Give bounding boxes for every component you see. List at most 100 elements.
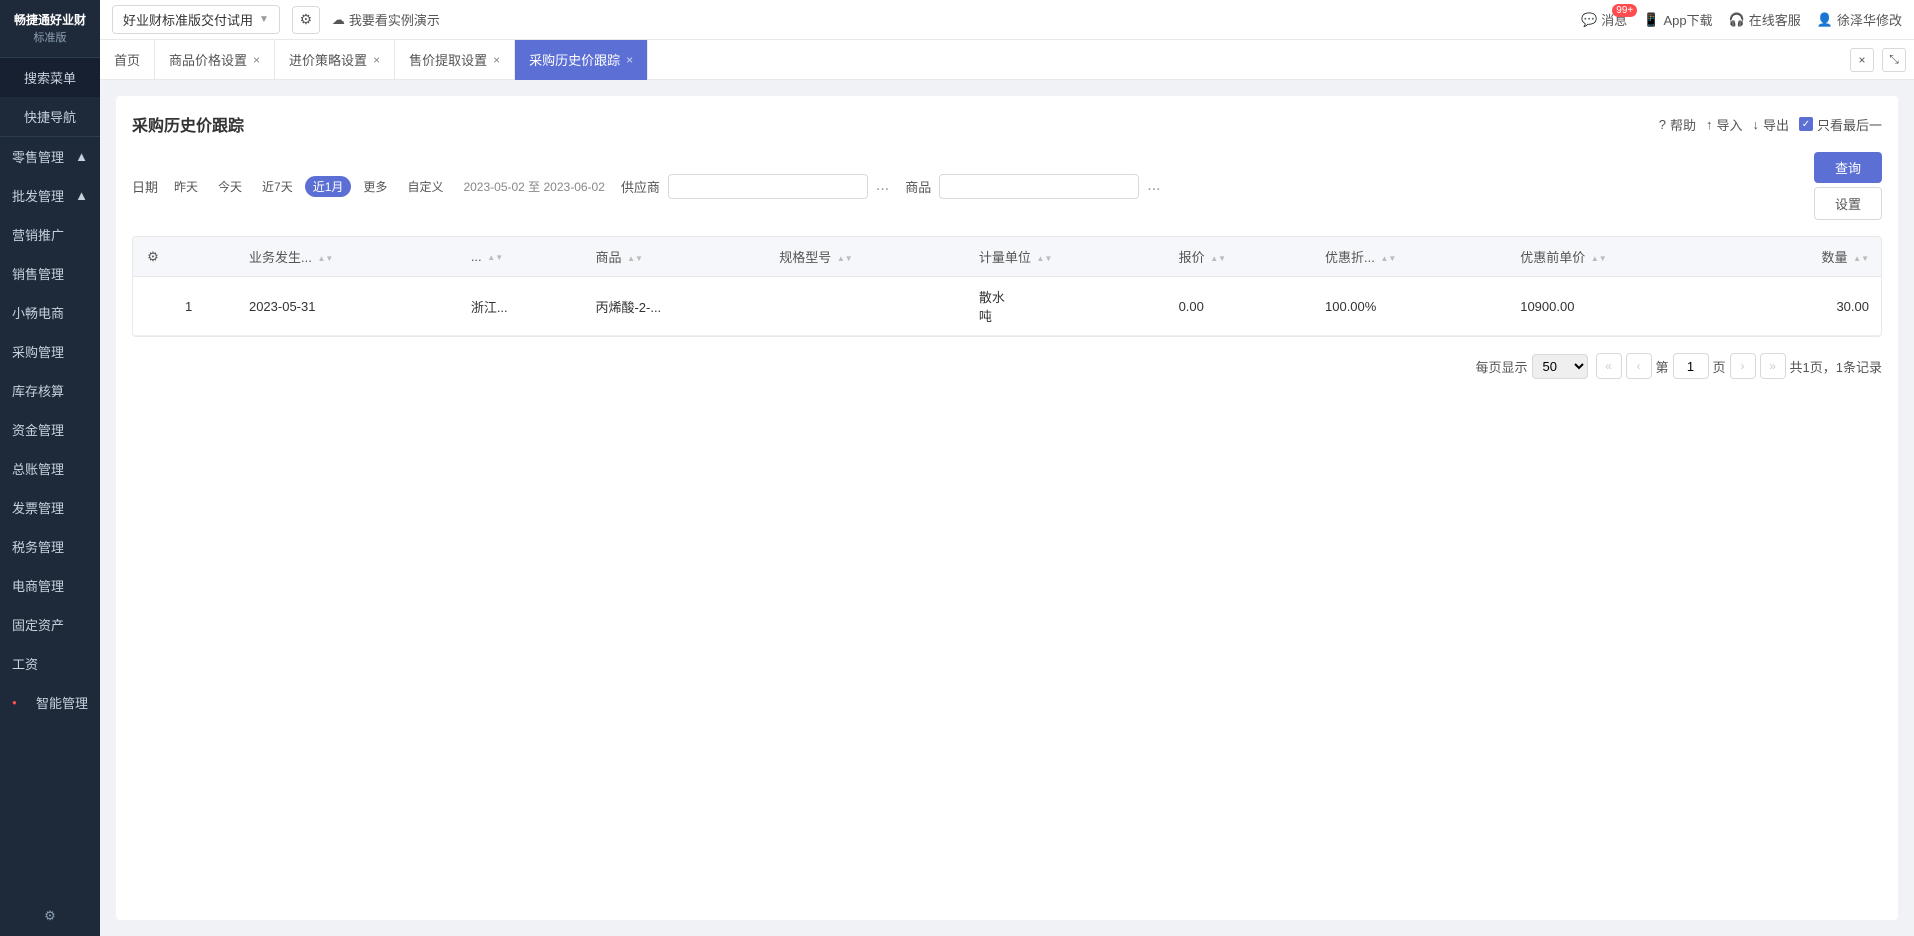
tab-sale-extract[interactable]: 售价提取设置 ×	[395, 40, 515, 80]
supplier-dots[interactable]: ...	[876, 177, 889, 195]
user-info[interactable]: 👤 徐泽华修改	[1817, 10, 1902, 29]
sort-icon-pre-discount: ▲▼	[1591, 254, 1607, 263]
tab-close-button[interactable]: ×	[1850, 48, 1874, 72]
date-btn-today[interactable]: 今天	[210, 176, 250, 197]
user-name: 徐泽华修改	[1837, 10, 1902, 29]
row-quoted-price: 0.00	[1167, 277, 1313, 336]
online-service-label: 在线客服	[1749, 10, 1801, 29]
last-page-button[interactable]: »	[1760, 353, 1786, 379]
export-link[interactable]: ↓ 导出	[1752, 115, 1789, 134]
col-unit[interactable]: 计量单位 ▲▼	[967, 237, 1167, 277]
sidebar-item-retail[interactable]: 零售管理 ▲	[0, 137, 100, 176]
user-avatar-icon: 👤	[1817, 12, 1833, 28]
col-discount[interactable]: 优惠折... ▲▼	[1313, 237, 1508, 277]
product-selector[interactable]: 好业财标准版交付试用 ▼	[112, 5, 280, 34]
export-label: 导出	[1763, 115, 1789, 134]
message-button[interactable]: 💬 消息 99+	[1581, 10, 1627, 29]
demo-link[interactable]: ☁ 我要看实例演示	[332, 10, 440, 29]
next-page-button[interactable]: ›	[1730, 353, 1756, 379]
tab-purchase-strategy[interactable]: 进价策略设置 ×	[275, 40, 395, 80]
salary-label: 工资	[12, 654, 38, 673]
wholesale-label: 批发管理	[12, 186, 64, 205]
table-row: 1 2023-05-31 浙江... 丙烯酸-2-... 散水 吨 0.00	[133, 277, 1881, 336]
row-unit: 散水 吨	[967, 277, 1167, 336]
date-btn-custom[interactable]: 自定义	[399, 176, 451, 197]
sidebar-item-smart[interactable]: ● 智能管理	[0, 683, 100, 722]
help-link[interactable]: ? 帮助	[1659, 115, 1696, 134]
sort-icon-goods: ▲▼	[627, 254, 643, 263]
sidebar-item-marketing[interactable]: 营销推广	[0, 215, 100, 254]
tab-sale-extract-close-icon[interactable]: ×	[493, 53, 500, 67]
col-pre-discount[interactable]: 优惠前单价 ▲▼	[1508, 237, 1734, 277]
sidebar-item-invoice[interactable]: 发票管理	[0, 488, 100, 527]
tab-history-price-close-icon[interactable]: ×	[626, 53, 633, 67]
sidebar-item-tax[interactable]: 税务管理	[0, 527, 100, 566]
tab-price-close-icon[interactable]: ×	[253, 53, 260, 67]
per-page-dropdown[interactable]: 20 50 100	[1532, 354, 1588, 379]
sidebar-search[interactable]: 搜索菜单	[0, 58, 100, 97]
sidebar-item-accounting[interactable]: 总账管理	[0, 449, 100, 488]
tabs-actions: × ⤡	[1850, 48, 1914, 72]
col-goods[interactable]: 商品 ▲▼	[583, 237, 767, 277]
page-number-input[interactable]	[1673, 353, 1709, 379]
sidebar-item-ecommerce-small[interactable]: 小畅电商	[0, 293, 100, 332]
tab-history-price[interactable]: 采购历史价跟踪 ×	[515, 40, 648, 80]
supplier-input[interactable]	[668, 174, 868, 199]
date-btn-more[interactable]: 更多	[355, 176, 395, 197]
sidebar-item-inventory[interactable]: 库存核算	[0, 371, 100, 410]
goods-input[interactable]	[939, 174, 1139, 199]
sidebar-settings[interactable]: ⚙	[0, 896, 100, 936]
per-page-label: 每页显示	[1475, 357, 1527, 376]
row-quantity: 30.00	[1735, 277, 1881, 336]
col-settings[interactable]: ⚙	[133, 237, 173, 277]
sidebar-item-assets[interactable]: 固定资产	[0, 605, 100, 644]
tab-expand-button[interactable]: ⤡	[1882, 48, 1906, 72]
row-biz-date: 2023-05-31	[237, 277, 459, 336]
row-goods: 丙烯酸-2-...	[583, 277, 767, 336]
sidebar-item-sales[interactable]: 销售管理	[0, 254, 100, 293]
sidebar-item-finance[interactable]: 资金管理	[0, 410, 100, 449]
content-area: 采购历史价跟踪 ? 帮助 ↑ 导入 ↓ 导出	[100, 80, 1914, 936]
query-button[interactable]: 查询	[1814, 152, 1882, 183]
sidebar-item-ecommerce[interactable]: 电商管理	[0, 566, 100, 605]
sidebar-quick-nav[interactable]: 快捷导航	[0, 97, 100, 137]
prev-page-button[interactable]: ‹	[1626, 353, 1652, 379]
col-biz-date[interactable]: 业务发生... ▲▼	[237, 237, 459, 277]
topbar-gear-button[interactable]: ⚙	[292, 6, 320, 34]
topbar-icons: 💬 消息 99+ 📱 App下载 🎧 在线客服 👤 徐泽华修改	[1581, 10, 1902, 29]
date-range-display: 2023-05-02 至 2023-06-02	[463, 178, 604, 195]
date-btn-last1month[interactable]: 近1月	[305, 176, 352, 197]
sidebar-item-wholesale[interactable]: 批发管理 ▲	[0, 176, 100, 215]
goods-label: 商品	[905, 177, 931, 196]
supplier-label: 供应商	[621, 177, 660, 196]
page-card: 采购历史价跟踪 ? 帮助 ↑ 导入 ↓ 导出	[116, 96, 1898, 920]
online-service-button[interactable]: 🎧 在线客服	[1729, 10, 1801, 29]
col-spec[interactable]: 规格型号 ▲▼	[767, 237, 967, 277]
sidebar-item-salary[interactable]: 工资	[0, 644, 100, 683]
row-price-unit: 吨	[979, 309, 992, 324]
settings-button[interactable]: 设置	[1814, 187, 1882, 220]
col-price[interactable]: 报价 ▲▼	[1167, 237, 1313, 277]
import-link[interactable]: ↑ 导入	[1706, 115, 1743, 134]
only-last-checkbox[interactable]: 只看最后一	[1799, 115, 1882, 134]
tab-home-label: 首页	[114, 50, 140, 69]
date-btn-last7[interactable]: 近7天	[254, 176, 301, 197]
supplier-filter-group: 供应商 ...	[621, 174, 889, 199]
sort-icon-extra: ▲▼	[487, 253, 503, 262]
sidebar-item-purchase[interactable]: 采购管理	[0, 332, 100, 371]
app-download-button[interactable]: 📱 App下载	[1643, 10, 1712, 29]
col-quantity[interactable]: 数量 ▲▼	[1735, 237, 1881, 277]
goods-dots[interactable]: ...	[1147, 177, 1160, 195]
page-header: 采购历史价跟踪 ? 帮助 ↑ 导入 ↓ 导出	[132, 112, 1882, 136]
tab-home[interactable]: 首页	[100, 40, 155, 80]
pagination: 每页显示 20 50 100 « ‹ 第 页 › » 共1页，1条记录	[132, 353, 1882, 379]
first-page-button[interactable]: «	[1596, 353, 1622, 379]
tab-sale-extract-label: 售价提取设置	[409, 50, 487, 69]
sort-icon: ▲▼	[317, 254, 333, 263]
product-selector-label: 好业财标准版交付试用	[123, 10, 253, 29]
date-btn-yesterday[interactable]: 昨天	[166, 176, 206, 197]
tab-price[interactable]: 商品价格设置 ×	[155, 40, 275, 80]
col-extra[interactable]: ... ▲▼	[459, 237, 584, 277]
inventory-label: 库存核算	[12, 381, 64, 400]
tab-purchase-strategy-close-icon[interactable]: ×	[373, 53, 380, 67]
